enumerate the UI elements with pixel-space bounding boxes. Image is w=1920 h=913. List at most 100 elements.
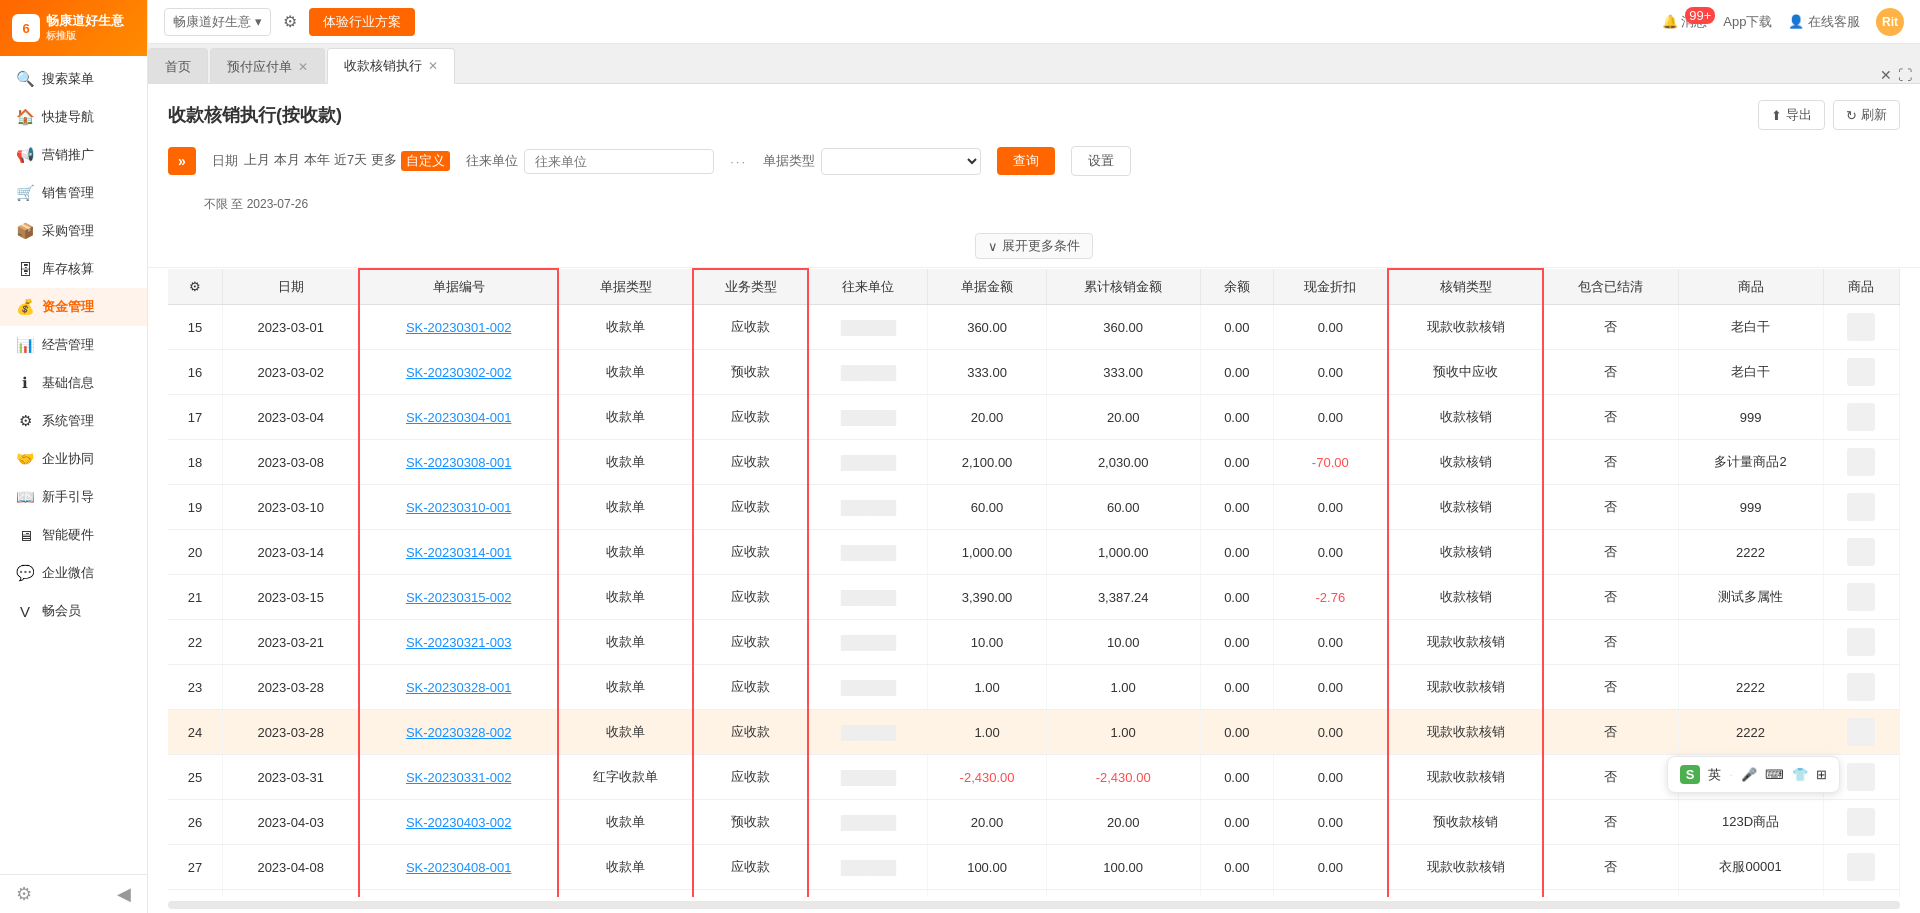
sidebar-item-member[interactable]: V畅会员 <box>0 592 147 630</box>
floating-shirt-icon[interactable]: 👕 <box>1792 767 1808 782</box>
date-opt-more[interactable]: 更多 <box>371 151 397 171</box>
cell-goods-img <box>1823 845 1899 890</box>
bill-no-link[interactable]: SK-20230302-002 <box>406 365 512 380</box>
online-service-btn[interactable]: 👤 在线客服 <box>1788 13 1860 31</box>
app-download-btn[interactable]: App下载 <box>1723 13 1772 31</box>
col-settings-header[interactable]: ⚙ <box>168 269 222 305</box>
tab-prepay-close[interactable]: ✕ <box>298 60 308 74</box>
user-avatar[interactable]: Rit <box>1876 8 1904 36</box>
floating-keyboard-icon[interactable]: ⌨ <box>1765 767 1784 782</box>
logo-icon: 6 <box>12 14 40 42</box>
export-btn[interactable]: ⬆ 导出 <box>1758 100 1825 130</box>
expand-more-conditions-btn[interactable]: ∨ 展开更多条件 <box>975 233 1093 259</box>
sidebar-item-quicknav[interactable]: 🏠快捷导航 <box>0 98 147 136</box>
cell-cash-discount: 0.00 <box>1273 305 1387 350</box>
tab-payment[interactable]: 收款核销执行 ✕ <box>327 48 455 84</box>
chevron-down-icon: ∨ <box>988 239 998 254</box>
nav-label-quicknav: 快捷导航 <box>42 108 94 126</box>
bill-no-link[interactable]: SK-20230308-001 <box>406 455 512 470</box>
cell-biz-type: 应收款 <box>693 620 808 665</box>
floating-grid-icon[interactable]: ⊞ <box>1816 767 1827 782</box>
cell-goods: 多计量商品2 <box>1678 440 1823 485</box>
collapse-footer-icon[interactable]: ◀ <box>117 883 131 905</box>
sidebar-item-wechat[interactable]: 💬企业微信 <box>0 554 147 592</box>
sidebar-item-search[interactable]: 🔍搜索菜单 <box>0 60 147 98</box>
sidebar-nav: 🔍搜索菜单🏠快捷导航📢营销推广🛒销售管理📦采购管理🗄库存核算💰资金管理📊经营管理… <box>0 56 147 874</box>
cell-bill-type: 收款单 <box>558 575 693 620</box>
floating-input-badge: S 英 · 🎤 ⌨ 👕 ⊞ <box>1667 756 1840 793</box>
cell-biz-type: 应收款 <box>693 710 808 755</box>
bill-no-link[interactable]: SK-20230315-002 <box>406 590 512 605</box>
cell-bill-no: SK-20230315-002 <box>359 575 558 620</box>
cell-goods-img <box>1823 305 1899 350</box>
bill-no-link[interactable]: SK-20230321-003 <box>406 635 512 650</box>
filter-partner-group: 往来单位 <box>466 149 714 174</box>
cell-bill-type: 红字收款单 <box>558 755 693 800</box>
tab-prepay[interactable]: 预付应付单 ✕ <box>210 48 325 84</box>
filter-partner-input[interactable] <box>524 149 714 174</box>
cell-bill-type: 收款单 <box>558 350 693 395</box>
bill-no-link[interactable]: SK-20230310-001 <box>406 500 512 515</box>
sidebar-item-hardware[interactable]: 🖥智能硬件 <box>0 516 147 554</box>
nav-label-hardware: 智能硬件 <box>42 526 94 544</box>
filter-dots[interactable]: ··· <box>730 154 747 169</box>
tab-home[interactable]: 首页 <box>148 48 208 84</box>
filter-voucher-type-select[interactable] <box>821 148 981 175</box>
org-selector[interactable]: 畅康道好生意 ▾ <box>164 8 271 36</box>
sidebar-item-marketing[interactable]: 📢营销推广 <box>0 136 147 174</box>
cell-amount: 1.00 <box>928 710 1046 755</box>
refresh-btn[interactable]: ↻ 刷新 <box>1833 100 1900 130</box>
cell-row-no: 27 <box>168 845 222 890</box>
sidebar-item-system[interactable]: ⚙系统管理 <box>0 402 147 440</box>
sidebar-item-operations[interactable]: 📊经营管理 <box>0 326 147 364</box>
bill-no-link[interactable]: SK-20230408-001 <box>406 860 512 875</box>
cell-date: 2023-03-31 <box>222 755 359 800</box>
sidebar-item-inventory[interactable]: 🗄库存核算 <box>0 250 147 288</box>
sidebar-item-guide[interactable]: 📖新手引导 <box>0 478 147 516</box>
topbar-gear-icon[interactable]: ⚙ <box>283 12 297 31</box>
filter-date-opts: 上月 本月 本年 近7天 更多 自定义 <box>244 151 450 171</box>
sidebar-item-purchase[interactable]: 📦采购管理 <box>0 212 147 250</box>
industry-btn[interactable]: 体验行业方案 <box>309 8 415 36</box>
cell-balance: 0.00 <box>1200 485 1273 530</box>
col-bill-no-header: 单据编号 <box>359 269 558 305</box>
settings-footer-icon[interactable]: ⚙ <box>16 883 32 905</box>
table-horizontal-scrollbar[interactable] <box>168 901 1900 909</box>
table-row: 27 2023-04-08 SK-20230408-001 收款单 应收款 ██… <box>168 845 1900 890</box>
cell-goods-img <box>1823 395 1899 440</box>
bill-no-link[interactable]: SK-20230328-002 <box>406 725 512 740</box>
bill-no-link[interactable]: SK-20230304-001 <box>406 410 512 425</box>
date-opt-custom[interactable]: 自定义 <box>401 151 450 171</box>
filter-expand-btn[interactable]: » <box>168 147 196 175</box>
bill-no-link[interactable]: SK-20230301-002 <box>406 320 512 335</box>
date-opt-this-year[interactable]: 本年 <box>304 151 330 171</box>
bill-no-link[interactable]: SK-20230328-001 <box>406 680 512 695</box>
filter-query-btn[interactable]: 查询 <box>997 147 1055 175</box>
bill-no-link[interactable]: SK-20230403-002 <box>406 815 512 830</box>
cell-goods-img <box>1823 890 1899 898</box>
col-include-settled-header: 包含已结清 <box>1543 269 1678 305</box>
sidebar-item-collab[interactable]: 🤝企业协同 <box>0 440 147 478</box>
cell-cash-discount: 0.00 <box>1273 395 1387 440</box>
bill-no-link[interactable]: SK-20230331-002 <box>406 770 512 785</box>
tab-payment-close[interactable]: ✕ <box>428 59 438 73</box>
cell-balance: 0.00 <box>1200 710 1273 755</box>
sidebar-item-basic[interactable]: ℹ基础信息 <box>0 364 147 402</box>
floating-mic-icon[interactable]: 🎤 <box>1741 767 1757 782</box>
tab-expand-icon[interactable]: ⛶ <box>1898 67 1912 83</box>
nav-label-member: 畅会员 <box>42 602 81 620</box>
page: 收款核销执行(按收款) ⬆ 导出 ↻ 刷新 » 日期 上月 本月 <box>148 84 1920 913</box>
bill-no-link[interactable]: SK-20230314-001 <box>406 545 512 560</box>
tab-close-all-icon[interactable]: ✕ <box>1880 67 1892 83</box>
cell-cash-discount: 0.00 <box>1273 890 1387 898</box>
message-btn[interactable]: 🔔 消息 99+ <box>1662 13 1708 31</box>
filter-settings-btn[interactable]: 设置 <box>1071 146 1131 176</box>
cell-balance: 0.00 <box>1200 800 1273 845</box>
date-opt-7days[interactable]: 近7天 <box>334 151 367 171</box>
table-row: 25 2023-03-31 SK-20230331-002 红字收款单 应收款 … <box>168 755 1900 800</box>
sidebar-item-finance[interactable]: 💰资金管理 <box>0 288 147 326</box>
date-opt-last-month[interactable]: 上月 <box>244 151 270 171</box>
date-opt-this-month[interactable]: 本月 <box>274 151 300 171</box>
sidebar-item-sales[interactable]: 🛒销售管理 <box>0 174 147 212</box>
cell-goods-img <box>1823 800 1899 845</box>
